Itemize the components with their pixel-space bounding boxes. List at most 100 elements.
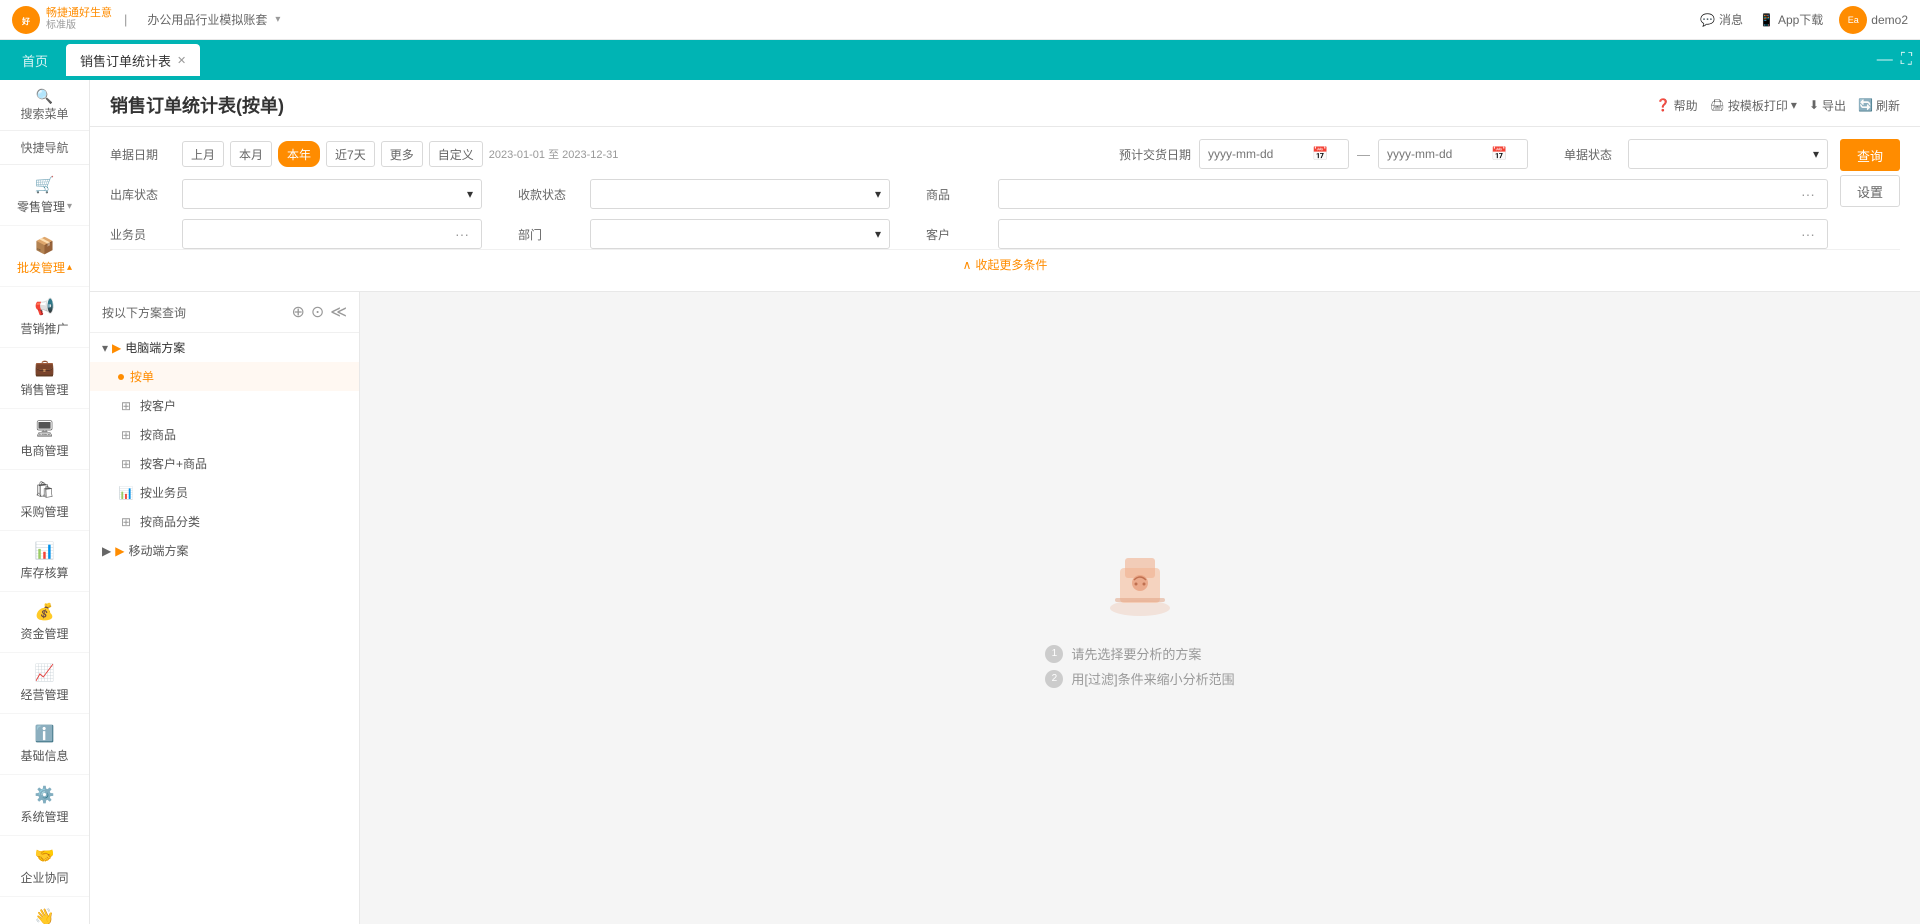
scheme-sub-by-salesperson[interactable]: 📊 按业务员 — [90, 478, 359, 507]
date-btn-more[interactable]: 更多 — [381, 141, 423, 167]
sidebar-nav[interactable]: 快捷导航 — [0, 131, 89, 165]
scheme-add-icon[interactable]: ⊕ — [291, 302, 304, 322]
scheme-collapse-icon[interactable]: ≪ — [330, 302, 347, 322]
scheme-list: ▾ ▶ 电脑端方案 按单 ⊞ 按客户 — [90, 333, 359, 924]
customer-input[interactable]: ··· — [998, 219, 1828, 249]
date-label: 单据日期 — [110, 146, 166, 163]
by-salesperson-icon: 📊 — [118, 486, 134, 500]
date-btn-this-month[interactable]: 本月 — [230, 141, 272, 167]
sidebar-item-purchase[interactable]: 🛍 采购管理 — [0, 470, 89, 531]
sidebar-item-newuser[interactable]: 👋 新手引导 — [0, 897, 89, 924]
sidebar-item-enterprise[interactable]: 🤝 企业协同 — [0, 836, 89, 897]
goods-ellipsis-icon[interactable]: ··· — [1797, 186, 1819, 202]
expected-date-end-input[interactable] — [1387, 147, 1487, 161]
scheme-category-mobile[interactable]: ▶ ▶ 移动端方案 — [90, 536, 359, 565]
filter-and-content: 单据日期 上月 本月 本年 近7天 更多 自定义 2023-01-01 至 20… — [90, 127, 1920, 924]
print-dropdown-icon[interactable]: ▾ — [1791, 98, 1797, 112]
app-download-button[interactable]: 📱 App下载 — [1759, 11, 1823, 28]
sidebar: 🔍 搜索菜单 快捷导航 🛒 零售管理 ▾ 📦 批发管理 ▴ 📢 营销推广 💼 — [0, 80, 90, 924]
date-btn-7days[interactable]: 近7天 — [326, 141, 375, 167]
ship-status-dropdown-icon: ▾ — [467, 187, 473, 201]
salesperson-ellipsis-icon[interactable]: ··· — [451, 226, 473, 242]
scheme-sub-by-goods-category[interactable]: ⊞ 按商品分类 — [90, 507, 359, 536]
logo-text: 畅捷通好生意 标准版 — [46, 7, 112, 32]
sidebar-search[interactable]: 🔍 搜索菜单 — [0, 80, 89, 131]
message-icon: 💬 — [1700, 13, 1715, 27]
print-button[interactable]: 🖨 按模板打印 ▾ — [1710, 97, 1797, 114]
scheme-sub-by-goods[interactable]: ⊞ 按商品 — [90, 420, 359, 449]
goods-input[interactable]: ··· — [998, 179, 1828, 209]
content-area: 销售订单统计表(按单) ❓ 帮助 🖨 按模板打印 ▾ ⬇ 导出 🔄 刷新 — [90, 80, 1920, 924]
split-view: 按以下方案查询 ⊕ ⊙ ≪ ▾ ▶ 电脑端方案 — [90, 292, 1920, 924]
expected-date-start-input[interactable] — [1208, 147, 1308, 161]
sidebar-item-inventory[interactable]: 📊 库存核算 — [0, 531, 89, 592]
sidebar-item-system[interactable]: ⚙️ 系统管理 — [0, 775, 89, 836]
empty-tip-2: 2 用[过滤]条件来缩小分析范围 — [1045, 669, 1234, 688]
refresh-button[interactable]: 🔄 刷新 — [1858, 97, 1900, 114]
main-content: 1 请先选择要分析的方案 2 用[过滤]条件来缩小分析范围 — [360, 292, 1920, 924]
sidebar-item-ecommerce[interactable]: 🖥 电商管理 — [0, 409, 89, 470]
empty-state: 1 请先选择要分析的方案 2 用[过滤]条件来缩小分析范围 — [1045, 528, 1234, 688]
by-goods-icon: ⊞ — [118, 428, 134, 442]
department-select[interactable]: ▾ — [590, 219, 890, 249]
message-button[interactable]: 💬 消息 — [1700, 11, 1743, 28]
scheme-bullet-icon — [118, 374, 124, 380]
help-icon: ❓ — [1656, 98, 1671, 112]
calendar-end-icon[interactable]: 📅 — [1491, 146, 1507, 162]
expected-date-start[interactable]: 📅 — [1199, 139, 1349, 169]
sidebar-item-basic[interactable]: ℹ️ 基础信息 — [0, 714, 89, 775]
order-status-select[interactable]: ▾ — [1628, 139, 1828, 169]
collapse-button[interactable]: ∧ 收起更多条件 — [963, 256, 1048, 273]
scheme-sub-by-customer[interactable]: ⊞ 按客户 — [90, 391, 359, 420]
page-title: 销售订单统计表(按单) — [110, 92, 284, 118]
sales-icon: 💼 — [35, 358, 55, 378]
scheme-edit-icon[interactable]: ⊙ — [311, 302, 324, 322]
salesperson-input[interactable]: ··· — [182, 219, 482, 249]
ship-status-label: 出库状态 — [110, 186, 166, 203]
expected-date-end[interactable]: 📅 — [1378, 139, 1528, 169]
sidebar-item-retail[interactable]: 🛒 零售管理 ▾ — [0, 165, 89, 226]
wholesale-icon: 📦 — [35, 236, 55, 256]
date-btn-this-year[interactable]: 本年 — [278, 141, 320, 167]
date-btn-custom[interactable]: 自定义 — [429, 141, 483, 167]
help-button[interactable]: ❓ 帮助 — [1656, 97, 1698, 114]
query-btn-area: 查询 设置 — [1840, 139, 1900, 207]
sidebar-item-operations[interactable]: 📈 经营管理 — [0, 653, 89, 714]
filter-row-1: 单据日期 上月 本月 本年 近7天 更多 自定义 2023-01-01 至 20… — [110, 139, 1828, 169]
app-dropdown-icon[interactable]: ▾ — [275, 14, 280, 25]
export-button[interactable]: ⬇ 导出 — [1809, 97, 1846, 114]
tab-sales-order[interactable]: 销售订单统计表 ✕ — [66, 44, 200, 76]
customer-ellipsis-icon[interactable]: ··· — [1797, 226, 1819, 242]
sidebar-item-marketing[interactable]: 📢 营销推广 — [0, 287, 89, 348]
tab-bar: 首页 销售订单统计表 ✕ — ⛶ — [0, 40, 1920, 80]
settings-button[interactable]: 设置 — [1840, 175, 1900, 207]
tab-home[interactable]: 首页 — [8, 44, 62, 76]
pay-status-select[interactable]: ▾ — [590, 179, 890, 209]
empty-state-illustration — [1090, 528, 1190, 628]
date-btn-last-month[interactable]: 上月 — [182, 141, 224, 167]
sidebar-item-finance[interactable]: 💰 资金管理 — [0, 592, 89, 653]
calendar-start-icon[interactable]: 📅 — [1312, 146, 1328, 162]
app-title: 办公用品行业模拟账套 — [147, 11, 267, 28]
scheme-sub-by-customer-goods[interactable]: ⊞ 按客户+商品 — [90, 449, 359, 478]
scheme-sub-by-order[interactable]: 按单 — [90, 362, 359, 391]
tab-maximize-icon[interactable]: ⛶ — [1901, 51, 1912, 69]
sidebar-item-wholesale[interactable]: 📦 批发管理 ▴ — [0, 226, 89, 287]
tab-close-icon[interactable]: ✕ — [177, 54, 186, 67]
tab-minimize-icon[interactable]: — — [1877, 51, 1893, 69]
top-bar: 好 畅捷通好生意 标准版 | 办公用品行业模拟账套 ▾ 💬 消息 📱 App下载… — [0, 0, 1920, 40]
by-goods-category-icon: ⊞ — [118, 515, 134, 529]
ship-status-select[interactable]: ▾ — [182, 179, 482, 209]
expected-date-group: 预计交货日期 📅 — 📅 — [1119, 139, 1528, 169]
query-button[interactable]: 查询 — [1840, 139, 1900, 171]
scheme-header-title: 按以下方案查询 — [102, 304, 285, 321]
scheme-mobile-icon: ▶ — [115, 544, 124, 558]
scheme-category-pc[interactable]: ▾ ▶ 电脑端方案 — [90, 333, 359, 362]
search-icon: 🔍 — [8, 88, 81, 105]
system-icon: ⚙️ — [35, 785, 55, 805]
user-avatar[interactable]: Ea demo2 — [1839, 6, 1908, 34]
sidebar-item-sales[interactable]: 💼 销售管理 — [0, 348, 89, 409]
enterprise-icon: 🤝 — [35, 846, 55, 866]
by-customer-icon: ⊞ — [118, 399, 134, 413]
main-layout: 🔍 搜索菜单 快捷导航 🛒 零售管理 ▾ 📦 批发管理 ▴ 📢 营销推广 💼 — [0, 80, 1920, 924]
